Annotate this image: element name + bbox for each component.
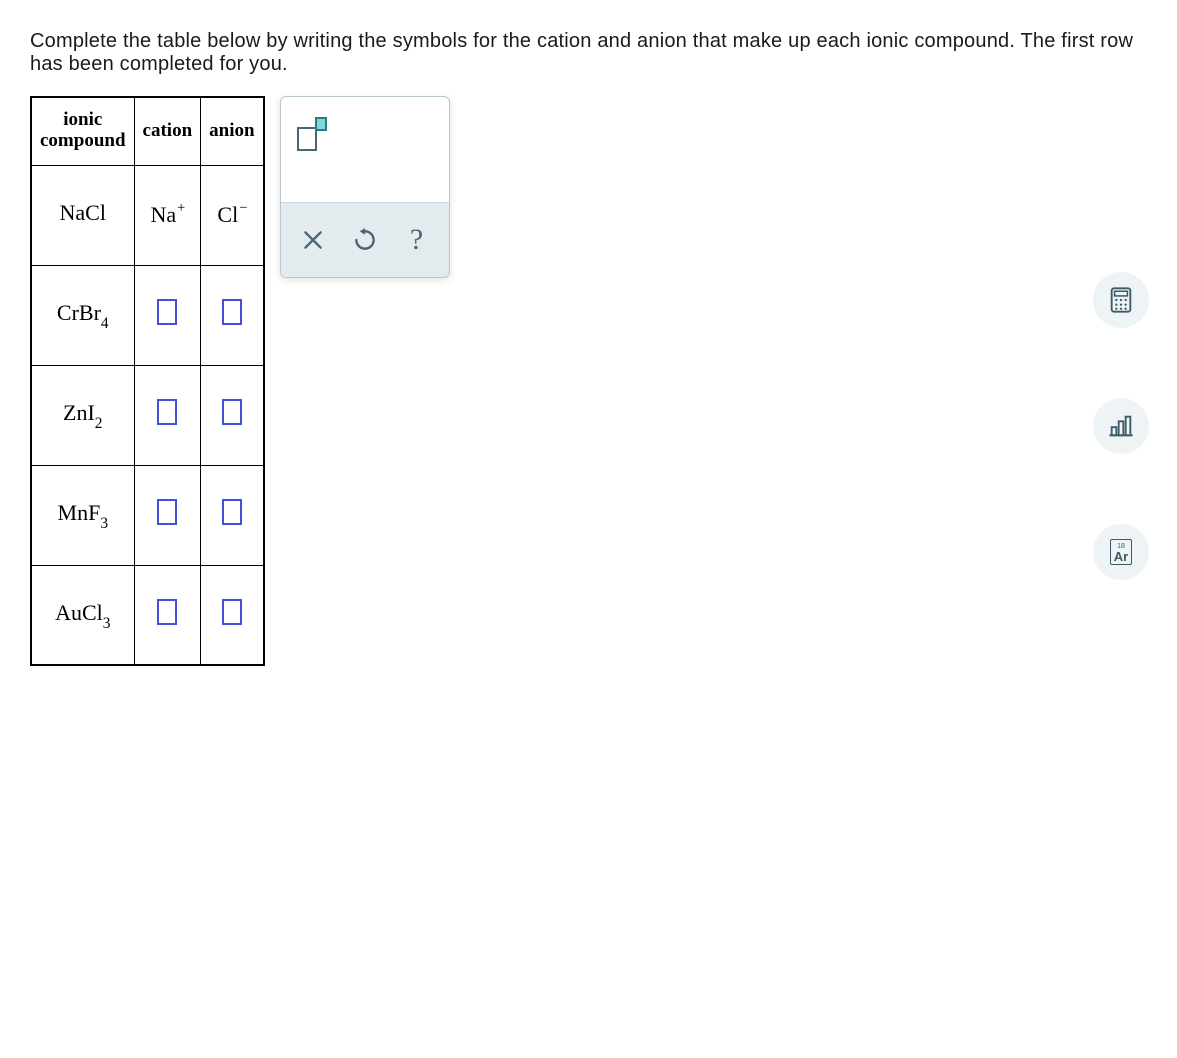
header-compound-text: ionic compound bbox=[40, 109, 126, 151]
formula-text: AuCl3 bbox=[55, 600, 110, 625]
formula-sub: 3 bbox=[103, 615, 111, 632]
cell-compound: CrBr4 bbox=[31, 265, 134, 365]
ion-charge: + bbox=[177, 200, 185, 216]
table-row: ZnI2 bbox=[31, 365, 264, 465]
cell-compound: AuCl3 bbox=[31, 565, 134, 665]
input-box[interactable] bbox=[222, 399, 242, 425]
header-ionic-compound: ionic compound bbox=[31, 97, 134, 165]
cell-cation: Na+ bbox=[134, 165, 201, 265]
formula-base: MnF bbox=[58, 500, 101, 525]
formula-sub: 3 bbox=[100, 515, 108, 532]
input-box[interactable] bbox=[222, 499, 242, 525]
ion-base: Cl bbox=[217, 202, 238, 227]
panel-action-bar: ? bbox=[281, 202, 449, 277]
formula-base: CrBr bbox=[57, 300, 101, 325]
cell-compound: ZnI2 bbox=[31, 365, 134, 465]
cell-anion-input[interactable] bbox=[201, 565, 264, 665]
equation-editor-panel: ? bbox=[280, 96, 450, 278]
formula-text: MnF3 bbox=[58, 500, 109, 525]
graph-button[interactable] bbox=[1093, 398, 1149, 454]
formula-base: ZnI bbox=[63, 400, 95, 425]
reset-button[interactable] bbox=[345, 220, 385, 260]
superscript-base-icon bbox=[297, 127, 317, 151]
cell-anion-input[interactable] bbox=[201, 365, 264, 465]
formula-base: AuCl bbox=[55, 600, 103, 625]
ion-base: Na bbox=[150, 202, 176, 227]
cation-value: Na+ bbox=[150, 202, 184, 228]
header-anion: anion bbox=[201, 97, 264, 165]
help-button[interactable]: ? bbox=[397, 220, 437, 260]
cell-cation-input[interactable] bbox=[134, 465, 201, 565]
content-row: ionic compound cation anion NaCl Na+ Cl− bbox=[30, 96, 1147, 666]
input-box[interactable] bbox=[157, 399, 177, 425]
question-instructions: Complete the table below by writing the … bbox=[30, 30, 1147, 76]
input-box[interactable] bbox=[222, 599, 242, 625]
bar-chart-icon bbox=[1107, 412, 1135, 440]
periodic-table-icon: 18 Ar bbox=[1110, 539, 1132, 565]
formula-sub: 4 bbox=[101, 315, 109, 332]
cell-anion: Cl− bbox=[201, 165, 264, 265]
calculator-button[interactable] bbox=[1093, 272, 1149, 328]
table-header-row: ionic compound cation anion bbox=[31, 97, 264, 165]
input-box[interactable] bbox=[157, 299, 177, 325]
cell-anion-input[interactable] bbox=[201, 465, 264, 565]
table-row: CrBr4 bbox=[31, 265, 264, 365]
cell-cation-input[interactable] bbox=[134, 565, 201, 665]
input-box[interactable] bbox=[157, 599, 177, 625]
formula-text: CrBr4 bbox=[57, 300, 109, 325]
table-row: AuCl3 bbox=[31, 565, 264, 665]
clear-button[interactable] bbox=[293, 220, 333, 260]
cell-cation-input[interactable] bbox=[134, 265, 201, 365]
cell-compound: MnF3 bbox=[31, 465, 134, 565]
ionic-compound-table: ionic compound cation anion NaCl Na+ Cl− bbox=[30, 96, 265, 666]
superscript-sup-icon bbox=[315, 117, 327, 131]
cell-compound: NaCl bbox=[31, 165, 134, 265]
panel-tools-area bbox=[281, 97, 449, 202]
element-symbol: Ar bbox=[1114, 550, 1128, 563]
formula-sub: 2 bbox=[95, 415, 103, 432]
side-toolbar: 18 Ar bbox=[1093, 272, 1149, 580]
header-cation: cation bbox=[134, 97, 201, 165]
ion-charge: − bbox=[239, 200, 247, 216]
periodic-table-button[interactable]: 18 Ar bbox=[1093, 524, 1149, 580]
cell-anion-input[interactable] bbox=[201, 265, 264, 365]
input-box[interactable] bbox=[157, 499, 177, 525]
formula-text: NaCl bbox=[60, 200, 106, 225]
formula-base: NaCl bbox=[60, 200, 106, 225]
undo-icon bbox=[352, 227, 378, 253]
x-icon bbox=[300, 227, 326, 253]
input-box[interactable] bbox=[222, 299, 242, 325]
superscript-button[interactable] bbox=[295, 115, 331, 151]
formula-text: ZnI2 bbox=[63, 400, 102, 425]
calculator-icon bbox=[1107, 286, 1135, 314]
cell-cation-input[interactable] bbox=[134, 365, 201, 465]
anion-value: Cl− bbox=[217, 202, 246, 228]
table-row: MnF3 bbox=[31, 465, 264, 565]
table-row-example: NaCl Na+ Cl− bbox=[31, 165, 264, 265]
